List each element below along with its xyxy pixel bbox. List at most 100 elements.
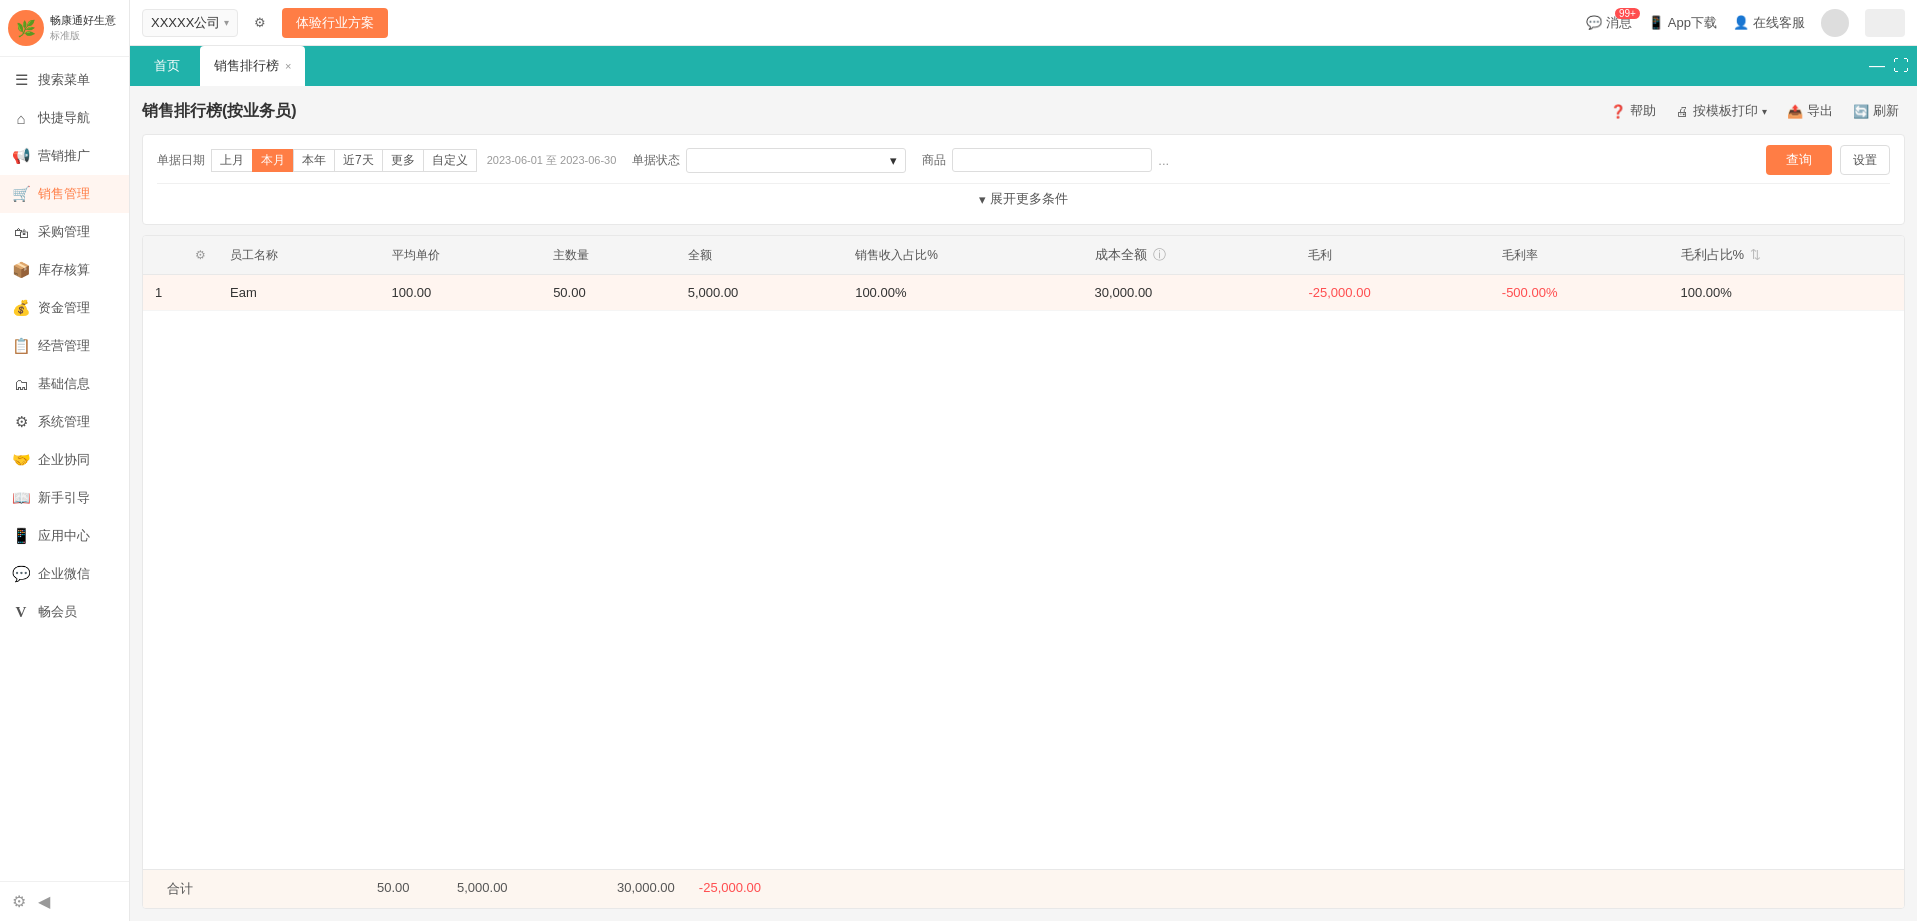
sidebar-item-search[interactable]: ☰ 搜索菜单 bbox=[0, 61, 129, 99]
sidebar-item-wechat[interactable]: 💬 企业微信 bbox=[0, 555, 129, 593]
date-btn-7days[interactable]: 近7天 bbox=[334, 149, 382, 172]
sidebar-item-system[interactable]: ⚙ 系统管理 bbox=[0, 403, 129, 441]
export-button[interactable]: 📤 导出 bbox=[1781, 98, 1839, 124]
tab-sales-ranking[interactable]: 销售排行榜 × bbox=[200, 46, 305, 86]
refresh-button[interactable]: 🔄 刷新 bbox=[1847, 98, 1905, 124]
guide-icon: 📖 bbox=[12, 489, 30, 507]
sidebar: 🌿 畅康通好生意 标准版 ☰ 搜索菜单 ⌂ 快捷导航 📢 营销推广 🛒 销售管理… bbox=[0, 0, 130, 921]
search-order-icon: ☰ bbox=[12, 71, 30, 89]
footer-total-label: 合计 bbox=[155, 880, 275, 898]
goods-label: 商品 bbox=[922, 152, 946, 169]
finance-icon: 💰 bbox=[12, 299, 30, 317]
sidebar-item-label: 畅会员 bbox=[38, 603, 77, 621]
home-icon: ⌂ bbox=[12, 110, 30, 127]
print-icon: 🖨 bbox=[1676, 104, 1689, 119]
sidebar-collapse-icon[interactable]: ◀ bbox=[38, 892, 50, 911]
footer-spacer1 bbox=[275, 880, 365, 898]
sidebar-item-inventory[interactable]: 📦 库存核算 bbox=[0, 251, 129, 289]
more-dots[interactable]: ... bbox=[1158, 153, 1169, 168]
query-button[interactable]: 查询 bbox=[1766, 145, 1832, 175]
date-btn-this-year[interactable]: 本年 bbox=[293, 149, 334, 172]
appcenter-icon: 📱 bbox=[12, 527, 30, 545]
th-settings[interactable]: ⚙ bbox=[183, 236, 218, 275]
tab-home[interactable]: 首页 bbox=[138, 46, 196, 86]
cell-employee: Eam bbox=[218, 275, 380, 311]
expand-label: 展开更多条件 bbox=[990, 190, 1068, 208]
sidebar-item-label: 库存核算 bbox=[38, 261, 90, 279]
topbar-gear-button[interactable]: ⚙ bbox=[246, 9, 274, 37]
cell-settings bbox=[183, 275, 218, 311]
company-select[interactable]: XXXXX公司 ▾ bbox=[142, 9, 238, 37]
export-label: 导出 bbox=[1807, 102, 1833, 120]
tab-expand-icon[interactable]: ⛶ bbox=[1893, 57, 1909, 75]
sidebar-item-label: 企业微信 bbox=[38, 565, 90, 583]
message-item[interactable]: 💬 消息 99+ bbox=[1586, 14, 1632, 32]
settings-button[interactable]: 设置 bbox=[1840, 145, 1890, 175]
avatar[interactable] bbox=[1821, 9, 1849, 37]
sidebar-item-operation[interactable]: 📋 经营管理 bbox=[0, 327, 129, 365]
app-download-item[interactable]: 📱 App下载 bbox=[1648, 14, 1717, 32]
date-btn-last-month[interactable]: 上月 bbox=[211, 149, 252, 172]
sort-icon[interactable]: ⇅ bbox=[1750, 247, 1761, 262]
th-avg-price: 平均单价 bbox=[380, 236, 542, 275]
sidebar-item-appcenter[interactable]: 📱 应用中心 bbox=[0, 517, 129, 555]
sidebar-item-marketing[interactable]: 📢 营销推广 bbox=[0, 137, 129, 175]
status-select[interactable]: ▾ bbox=[686, 148, 906, 173]
sidebar-item-vip[interactable]: V 畅会员 bbox=[0, 593, 129, 631]
sidebar-item-label: 应用中心 bbox=[38, 527, 90, 545]
sidebar-item-label: 营销推广 bbox=[38, 147, 90, 165]
main-area: XXXXX公司 ▾ ⚙ 体验行业方案 💬 消息 99+ 📱 App下载 👤 在线… bbox=[130, 0, 1917, 921]
trial-button[interactable]: 体验行业方案 bbox=[282, 8, 388, 38]
cell-qty: 50.00 bbox=[541, 275, 676, 311]
help-label: 帮助 bbox=[1630, 102, 1656, 120]
gear-icon: ⚙ bbox=[254, 15, 266, 30]
sidebar-item-label: 经营管理 bbox=[38, 337, 90, 355]
print-button[interactable]: 🖨 按模板打印 ▾ bbox=[1670, 98, 1773, 124]
sidebar-item-guide[interactable]: 📖 新手引导 bbox=[0, 479, 129, 517]
cell-profit-pct: 100.00% bbox=[1669, 275, 1904, 311]
date-btn-custom[interactable]: 自定义 bbox=[423, 149, 477, 172]
page-header: 销售排行榜(按业务员) ❓ 帮助 🖨 按模板打印 ▾ 📤 导出 🔄 刷新 bbox=[142, 98, 1905, 124]
help-button[interactable]: ❓ 帮助 bbox=[1604, 98, 1662, 124]
sidebar-item-finance[interactable]: 💰 资金管理 bbox=[0, 289, 129, 327]
basic-icon: 🗂 bbox=[12, 376, 30, 393]
date-btn-this-month[interactable]: 本月 bbox=[252, 149, 293, 172]
goods-filter: 商品 ... bbox=[922, 148, 1169, 172]
expand-row: ▾ 展开更多条件 bbox=[157, 183, 1890, 214]
sidebar-item-label: 资金管理 bbox=[38, 299, 90, 317]
export-icon: 📤 bbox=[1787, 104, 1803, 119]
date-btn-more[interactable]: 更多 bbox=[382, 149, 423, 172]
sidebar-nav: ☰ 搜索菜单 ⌂ 快捷导航 📢 营销推广 🛒 销售管理 🛍 采购管理 📦 库存核… bbox=[0, 57, 129, 881]
sidebar-item-label: 销售管理 bbox=[38, 185, 90, 203]
expand-more-button[interactable]: ▾ 展开更多条件 bbox=[979, 190, 1068, 208]
sidebar-item-basic[interactable]: 🗂 基础信息 bbox=[0, 365, 129, 403]
page-actions: ❓ 帮助 🖨 按模板打印 ▾ 📤 导出 🔄 刷新 bbox=[1604, 98, 1905, 124]
th-profit-rate: 毛利率 bbox=[1490, 236, 1669, 275]
sidebar-item-enterprise[interactable]: 🤝 企业协同 bbox=[0, 441, 129, 479]
online-service-item[interactable]: 👤 在线客服 bbox=[1733, 14, 1805, 32]
sidebar-item-label: 采购管理 bbox=[38, 223, 90, 241]
print-label: 按模板打印 bbox=[1693, 102, 1758, 120]
sales-icon: 🛒 bbox=[12, 185, 30, 203]
tab-close-icon[interactable]: × bbox=[285, 60, 291, 72]
tab-home-label: 首页 bbox=[154, 57, 180, 75]
sidebar-settings-icon[interactable]: ⚙ bbox=[12, 892, 26, 911]
th-profit-pct: 毛利占比% ⇅ bbox=[1669, 236, 1904, 275]
th-rank bbox=[143, 236, 183, 275]
logo-badge: 标准版 bbox=[50, 29, 116, 43]
sidebar-item-label: 搜索菜单 bbox=[38, 71, 90, 89]
sidebar-item-quicknav[interactable]: ⌂ 快捷导航 bbox=[0, 99, 129, 137]
sidebar-item-sales[interactable]: 🛒 销售管理 bbox=[0, 175, 129, 213]
help-icon: ❓ bbox=[1610, 104, 1626, 119]
goods-input[interactable] bbox=[952, 148, 1152, 172]
print-chevron-icon: ▾ bbox=[1762, 106, 1767, 117]
tab-minimize-icon[interactable]: — bbox=[1869, 57, 1885, 75]
cell-rank: 1 bbox=[143, 275, 183, 311]
footer-sales-pct bbox=[525, 880, 605, 898]
sidebar-item-purchase[interactable]: 🛍 采购管理 bbox=[0, 213, 129, 251]
table-container: ⚙ 员工名称 平均单价 主数量 全额 销售收入占比% 成本全额 ⓘ 毛利 毛利率 bbox=[142, 235, 1905, 909]
table-footer: 合计 50.00 5,000.00 30,000.00 -25,000.00 bbox=[143, 869, 1904, 908]
th-profit: 毛利 bbox=[1296, 236, 1489, 275]
th-cost-label: 成本全额 bbox=[1095, 247, 1147, 262]
sales-ranking-table: ⚙ 员工名称 平均单价 主数量 全额 销售收入占比% 成本全额 ⓘ 毛利 毛利率 bbox=[143, 236, 1904, 311]
